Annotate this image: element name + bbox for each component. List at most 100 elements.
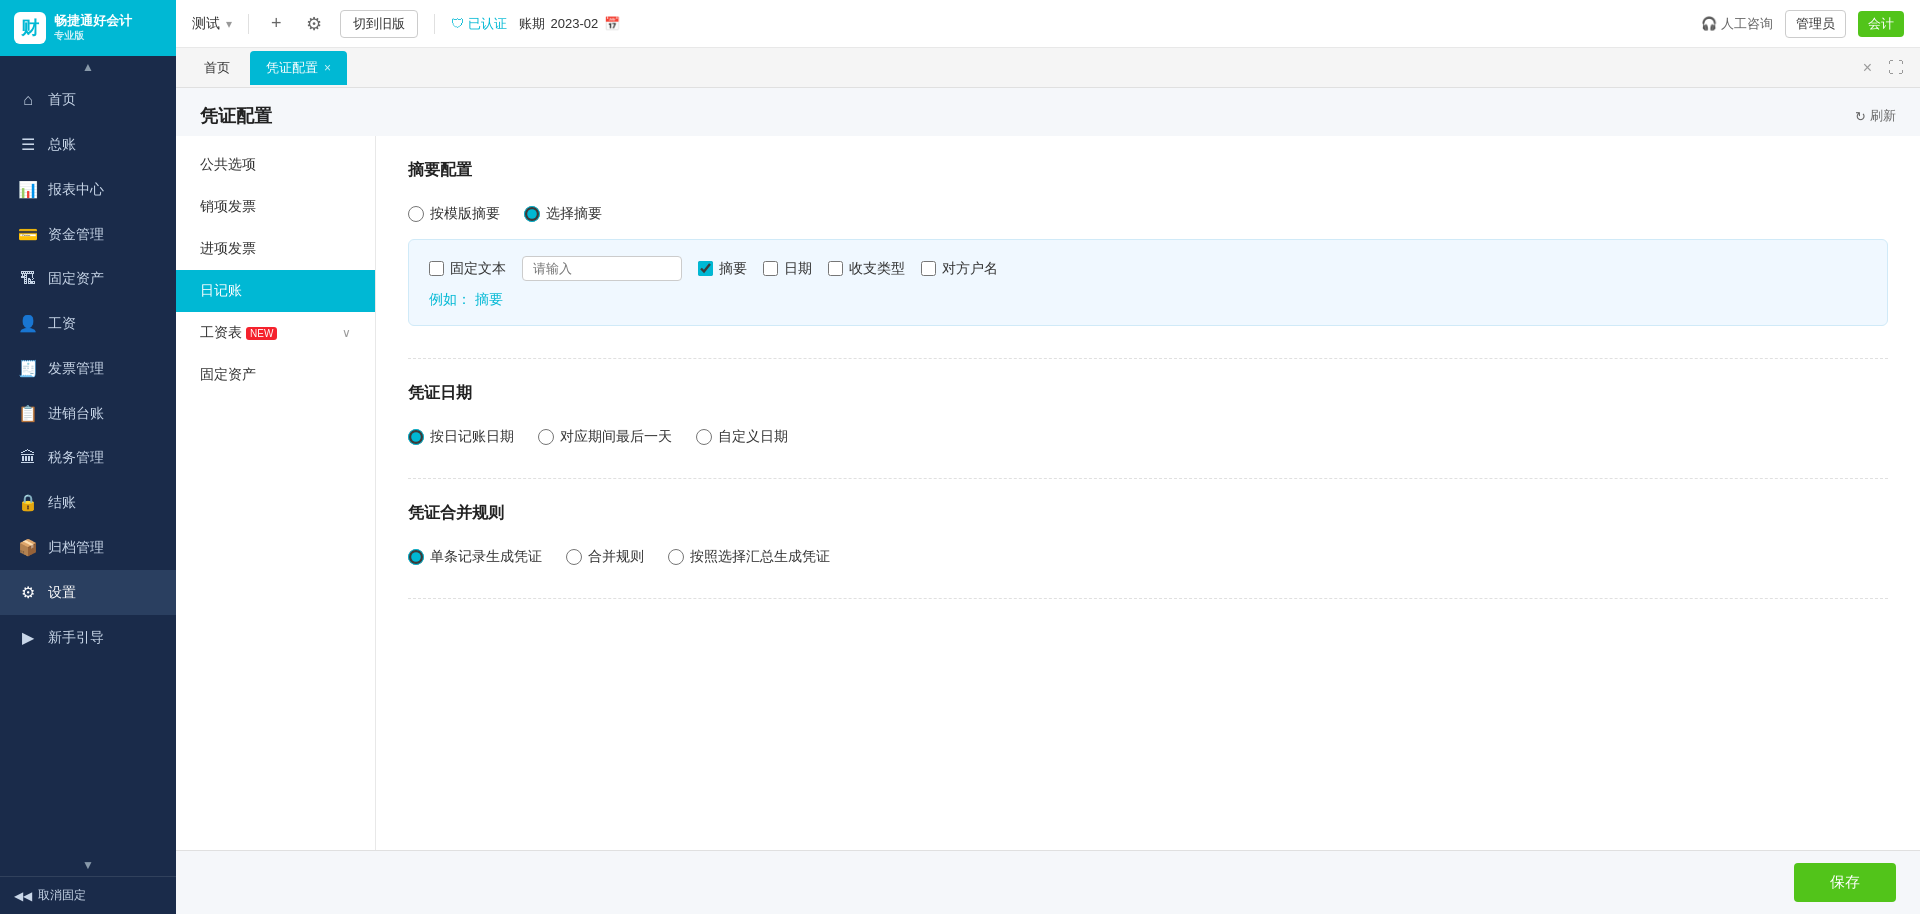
consult-button[interactable]: 🎧 人工咨询: [1701, 15, 1773, 33]
company-selector[interactable]: 测试 ▾: [192, 15, 232, 33]
tab-voucher-config[interactable]: 凭证配置 ×: [250, 51, 347, 85]
sidebar-item-guide[interactable]: ▶ 新手引导: [0, 615, 176, 660]
fixed-text-input[interactable]: [522, 256, 682, 281]
headset-icon: 🎧: [1701, 16, 1717, 31]
sidebar-label-sales-ledger: 进销台账: [48, 405, 104, 423]
radio-select-text: 选择摘要: [546, 205, 602, 223]
role-badge: 会计: [1858, 11, 1904, 37]
main-layout: 公共选项 销项发票 进项发票 日记账 工资表 NEW ∨: [176, 136, 1920, 850]
checkbox-abstract-label[interactable]: 摘要: [698, 260, 747, 278]
nav-label-payroll: 工资表: [200, 324, 242, 342]
manager-button[interactable]: 管理员: [1785, 10, 1846, 38]
radio-last-day[interactable]: [538, 429, 554, 445]
radio-merge-rule[interactable]: [566, 549, 582, 565]
company-name: 测试: [192, 15, 220, 33]
date-label: 日期: [784, 260, 812, 278]
radio-custom-date-label[interactable]: 自定义日期: [696, 428, 788, 446]
radio-summary-gen-label[interactable]: 按照选择汇总生成凭证: [668, 548, 830, 566]
sidebar-item-invoice[interactable]: 🧾 发票管理: [0, 346, 176, 391]
nav-label-sales: 销项发票: [200, 198, 256, 216]
checkbox-fixed-text[interactable]: [429, 261, 444, 276]
radio-single[interactable]: [408, 549, 424, 565]
radio-journal-date-label[interactable]: 按日记账日期: [408, 428, 514, 446]
nav-item-purchase[interactable]: 进项发票: [176, 228, 375, 270]
radio-merge-rule-label[interactable]: 合并规则: [566, 548, 644, 566]
sidebar-item-settings[interactable]: ⚙ 设置: [0, 570, 176, 615]
divider-3: [408, 598, 1888, 599]
tab-expand-icon[interactable]: ⛶: [1884, 55, 1908, 81]
radio-template-text: 按模版摘要: [430, 205, 500, 223]
section-date-title: 凭证日期: [408, 383, 1888, 412]
sidebar-nav: ⌂ 首页 ☰ 总账 📊 报表中心 💳 资金管理 🏗 固定资产 👤 工资 🧾 发票…: [0, 78, 176, 854]
radio-template-label[interactable]: 按模版摘要: [408, 205, 500, 223]
nav-item-journal[interactable]: 日记账: [176, 270, 375, 312]
nav-item-sales[interactable]: 销项发票: [176, 186, 375, 228]
tab-home[interactable]: 首页: [188, 51, 246, 85]
sidebar-scroll-down[interactable]: ▼: [0, 854, 176, 876]
checkbox-payment-type[interactable]: [828, 261, 843, 276]
tab-bar-right: × ⛶: [1859, 55, 1908, 81]
radio-journal-date-text: 按日记账日期: [430, 428, 514, 446]
calendar-icon[interactable]: 📅: [604, 16, 620, 31]
save-button[interactable]: 保存: [1794, 863, 1896, 902]
sidebar-item-capital[interactable]: 💳 资金管理: [0, 212, 176, 257]
checkbox-fixed-text-label[interactable]: 固定文本: [429, 260, 506, 278]
main-area: 测试 ▾ + ⚙ 切到旧版 🛡 已认证 账期 2023-02 📅 🎧 人工咨询 …: [176, 0, 1920, 914]
radio-single-label[interactable]: 单条记录生成凭证: [408, 548, 542, 566]
divider-1: [408, 358, 1888, 359]
checkbox-counterparty-label[interactable]: 对方户名: [921, 260, 998, 278]
right-content: 摘要配置 按模版摘要 选择摘要: [376, 136, 1920, 850]
settings-gear-button[interactable]: ⚙: [300, 9, 328, 39]
checkbox-counterparty[interactable]: [921, 261, 936, 276]
sidebar-item-payroll[interactable]: 👤 工资: [0, 301, 176, 346]
sidebar-pin-toggle[interactable]: ◀◀ 取消固定: [0, 876, 176, 914]
page-title: 凭证配置: [200, 104, 272, 128]
abstract-label: 摘要: [719, 260, 747, 278]
sidebar-label-assets: 固定资产: [48, 270, 104, 288]
checkbox-abstract[interactable]: [698, 261, 713, 276]
radio-custom-date[interactable]: [696, 429, 712, 445]
radio-summary-gen[interactable]: [668, 549, 684, 565]
summary-example: 例如： 摘要: [429, 291, 1867, 309]
home-icon: ⌂: [18, 91, 38, 109]
sidebar-scroll-up[interactable]: ▲: [0, 56, 176, 78]
sidebar-item-assets[interactable]: 🏗 固定资产: [0, 257, 176, 301]
sidebar-item-ledger[interactable]: ☰ 总账: [0, 122, 176, 167]
pin-icon: ◀◀: [14, 889, 32, 903]
add-button[interactable]: +: [265, 9, 288, 38]
tab-close-icon[interactable]: ×: [324, 61, 331, 75]
radio-last-day-label[interactable]: 对应期间最后一天: [538, 428, 672, 446]
radio-template[interactable]: [408, 206, 424, 222]
sidebar-label-payroll: 工资: [48, 315, 76, 333]
sidebar-item-archive[interactable]: 📦 归档管理: [0, 525, 176, 570]
payment-type-label: 收支类型: [849, 260, 905, 278]
tab-active-label: 凭证配置: [266, 59, 318, 77]
radio-last-day-text: 对应期间最后一天: [560, 428, 672, 446]
sidebar-item-home[interactable]: ⌂ 首页: [0, 78, 176, 122]
checkbox-date[interactable]: [763, 261, 778, 276]
checkbox-payment-type-label[interactable]: 收支类型: [828, 260, 905, 278]
nav-item-public[interactable]: 公共选项: [176, 144, 375, 186]
radio-journal-date[interactable]: [408, 429, 424, 445]
nav-item-asset[interactable]: 固定资产: [176, 354, 375, 396]
radio-select-label[interactable]: 选择摘要: [524, 205, 602, 223]
period-label: 账期: [519, 15, 545, 33]
checkbox-date-label[interactable]: 日期: [763, 260, 812, 278]
sidebar-item-reports[interactable]: 📊 报表中心: [0, 167, 176, 212]
nav-item-payroll[interactable]: 工资表 NEW ∨: [176, 312, 375, 354]
guide-icon: ▶: [18, 628, 38, 647]
reports-icon: 📊: [18, 180, 38, 199]
tab-close-window-icon[interactable]: ×: [1859, 55, 1876, 81]
sidebar-item-sales-ledger[interactable]: 📋 进销台账: [0, 391, 176, 436]
refresh-label: 刷新: [1870, 107, 1896, 125]
radio-select[interactable]: [524, 206, 540, 222]
switch-version-button[interactable]: 切到旧版: [340, 10, 418, 38]
certified-label: 已认证: [468, 15, 507, 33]
new-badge: NEW: [246, 327, 277, 340]
app-logo: 财 畅捷通好会计 专业版: [0, 0, 176, 56]
sidebar-item-close[interactable]: 🔒 结账: [0, 480, 176, 525]
radio-merge-rule-text: 合并规则: [588, 548, 644, 566]
topbar: 测试 ▾ + ⚙ 切到旧版 🛡 已认证 账期 2023-02 📅 🎧 人工咨询 …: [176, 0, 1920, 48]
refresh-button[interactable]: ↻ 刷新: [1855, 107, 1896, 125]
sidebar-item-tax[interactable]: 🏛 税务管理: [0, 436, 176, 480]
